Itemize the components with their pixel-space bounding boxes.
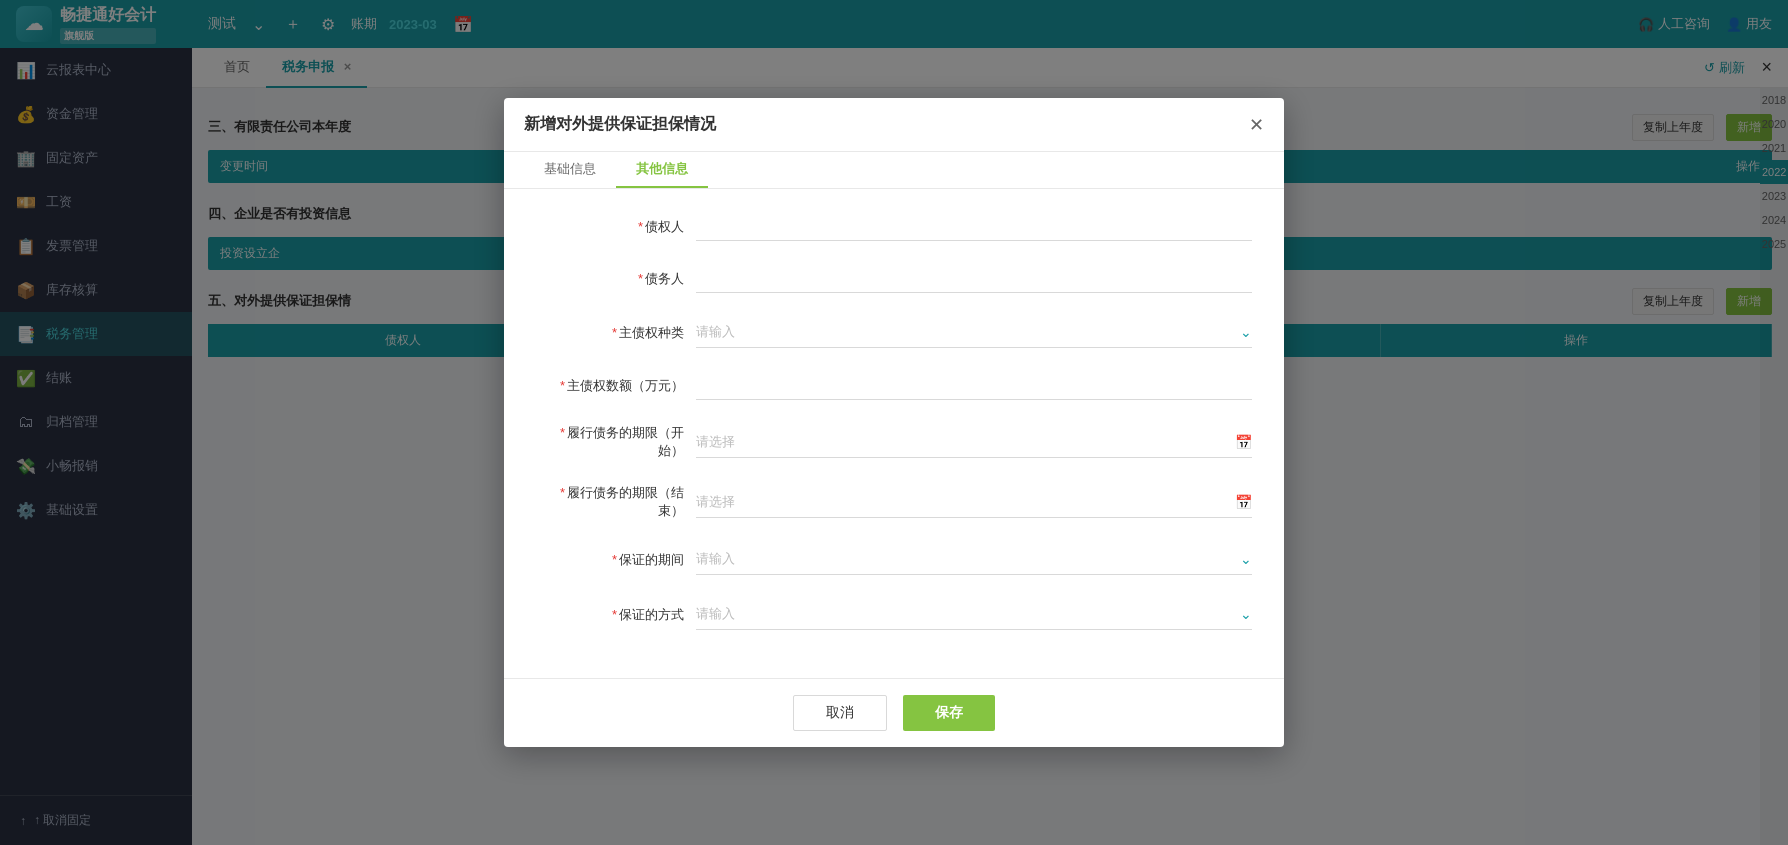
period-end-calendar-icon: 📅 (1235, 494, 1252, 510)
claim-amount-label: *主债权数额（万元） (536, 377, 696, 395)
cancel-button[interactable]: 取消 (793, 695, 887, 731)
sub-tab-basic[interactable]: 基础信息 (524, 152, 616, 188)
period-end-datepicker[interactable]: 请选择 📅 (696, 487, 1252, 518)
debtor-input[interactable] (696, 265, 1252, 293)
claim-amount-required-mark: * (560, 378, 565, 393)
period-start-datepicker[interactable]: 请选择 📅 (696, 427, 1252, 458)
claim-type-label: *主债权种类 (536, 324, 696, 342)
form-row-period-start: *履行债务的期限（开始） 请选择 📅 (536, 424, 1252, 460)
guarantee-method-chevron-icon: ⌄ (1240, 606, 1252, 622)
creditor-required-mark: * (638, 219, 643, 234)
save-button[interactable]: 保存 (903, 695, 995, 731)
form-row-debtor: *债务人 (536, 265, 1252, 293)
creditor-input[interactable] (696, 213, 1252, 241)
guarantee-method-label: *保证的方式 (536, 606, 696, 624)
form-row-period-end: *履行债务的期限（结束） 请选择 📅 (536, 484, 1252, 520)
form-row-claim-amount: *主债权数额（万元） (536, 372, 1252, 400)
period-start-placeholder: 请选择 (696, 433, 735, 451)
form-row-claim-type: *主债权种类 请输入 ⌄ (536, 317, 1252, 348)
period-start-calendar-icon: 📅 (1235, 434, 1252, 450)
form-row-creditor: *债权人 (536, 213, 1252, 241)
form-row-guarantee-method: *保证的方式 请输入 ⌄ (536, 599, 1252, 630)
claim-type-select[interactable]: 请输入 ⌄ (696, 317, 1252, 348)
guarantee-period-select[interactable]: 请输入 ⌄ (696, 544, 1252, 575)
guarantee-method-select[interactable]: 请输入 ⌄ (696, 599, 1252, 630)
guarantee-period-placeholder: 请输入 (696, 550, 735, 568)
period-end-required-mark: * (560, 485, 565, 500)
sub-tab-other[interactable]: 其他信息 (616, 152, 708, 188)
guarantee-method-required-mark: * (612, 607, 617, 622)
debtor-label: *债务人 (536, 270, 696, 288)
period-end-label: *履行债务的期限（结束） (536, 484, 696, 520)
guarantee-period-label: *保证的期间 (536, 551, 696, 569)
claim-type-required-mark: * (612, 325, 617, 340)
period-start-label: *履行债务的期限（开始） (536, 424, 696, 460)
guarantee-method-placeholder: 请输入 (696, 605, 735, 623)
guarantee-period-required-mark: * (612, 552, 617, 567)
claim-amount-input[interactable] (696, 372, 1252, 400)
dialog-sub-tabs: 基础信息 其他信息 (504, 152, 1284, 189)
creditor-label: *债权人 (536, 218, 696, 236)
dialog-footer: 取消 保存 (504, 678, 1284, 747)
dialog-close-btn[interactable]: ✕ (1249, 116, 1264, 134)
dialog-body: *债权人 *债务人 *主债权种类 请输入 ⌄ (504, 189, 1284, 678)
period-end-placeholder: 请选择 (696, 493, 735, 511)
dialog-overlay: 新增对外提供保证担保情况 ✕ 基础信息 其他信息 *债权人 *债务人 (0, 0, 1788, 845)
claim-type-placeholder: 请输入 (696, 323, 735, 341)
guarantee-period-chevron-icon: ⌄ (1240, 551, 1252, 567)
dialog-header: 新增对外提供保证担保情况 ✕ (504, 98, 1284, 152)
form-row-guarantee-period: *保证的期间 请输入 ⌄ (536, 544, 1252, 575)
period-start-required-mark: * (560, 425, 565, 440)
dialog-title: 新增对外提供保证担保情况 (524, 114, 716, 135)
debtor-required-mark: * (638, 271, 643, 286)
claim-type-chevron-icon: ⌄ (1240, 324, 1252, 340)
add-guarantee-dialog: 新增对外提供保证担保情况 ✕ 基础信息 其他信息 *债权人 *债务人 (504, 98, 1284, 747)
